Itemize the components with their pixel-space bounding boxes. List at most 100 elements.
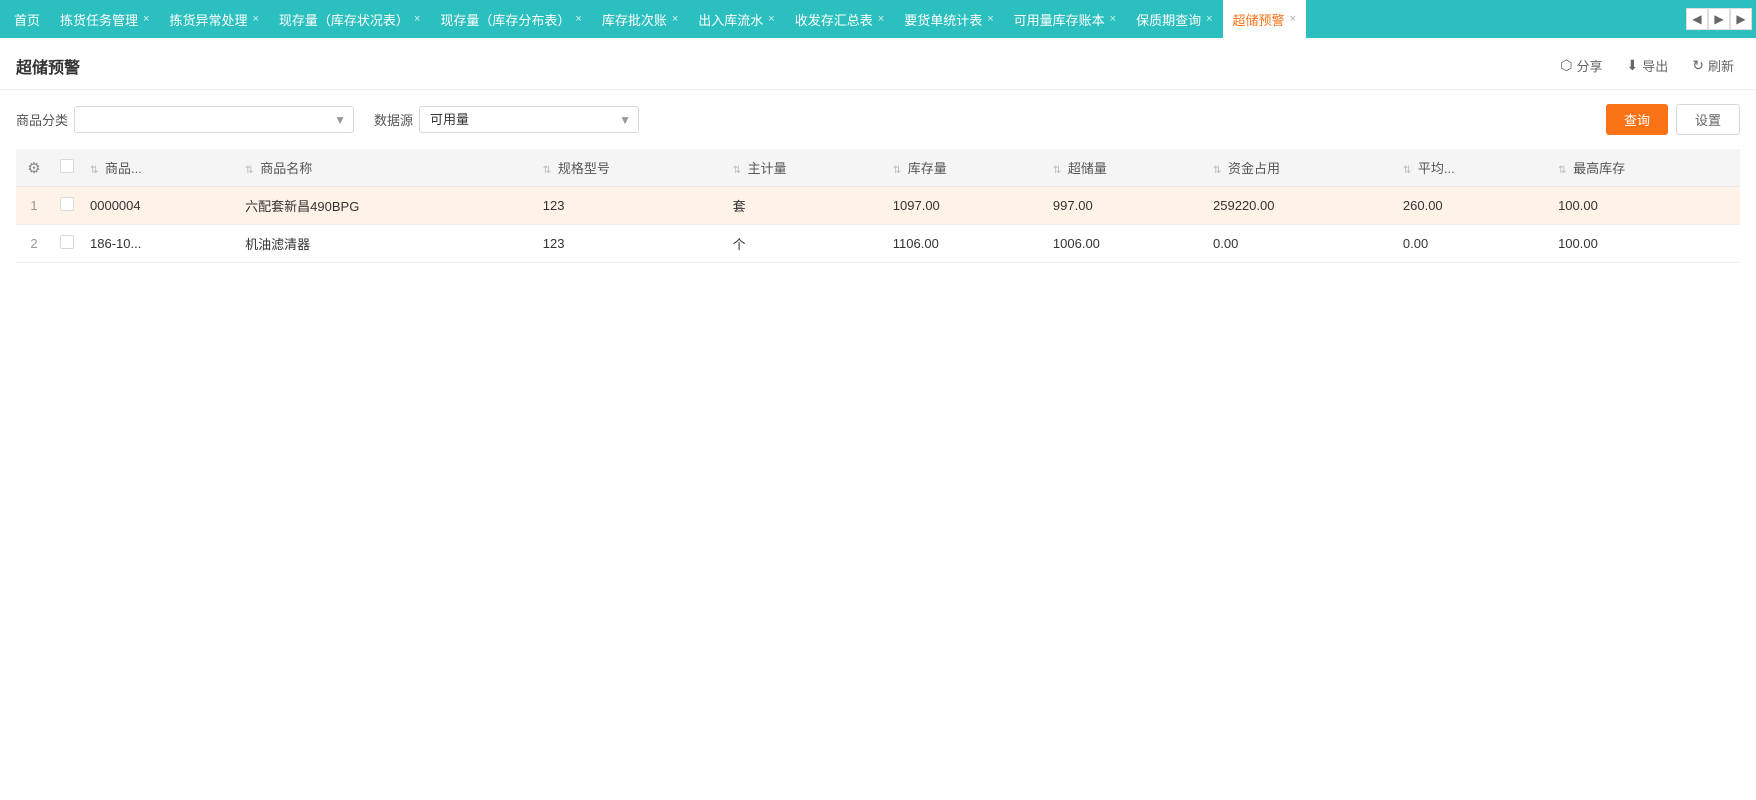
share-button[interactable]: ⬡ 分享 bbox=[1554, 52, 1608, 79]
refresh-icon: ↻ bbox=[1692, 57, 1704, 74]
datasource-label: 数据源 bbox=[374, 110, 413, 129]
row-stock: 1106.00 bbox=[885, 225, 1045, 263]
row-spec: 123 bbox=[535, 225, 725, 263]
sort-icon: ⇅ bbox=[1053, 165, 1061, 176]
page-header: 超储预警 ⬡ 分享 ⬇ 导出 ↻ 刷新 bbox=[0, 38, 1756, 90]
close-icon[interactable]: × bbox=[1206, 13, 1212, 25]
close-icon[interactable]: × bbox=[143, 13, 149, 25]
settings-button[interactable]: 设置 bbox=[1676, 104, 1740, 135]
sort-icon: ⇅ bbox=[90, 165, 98, 176]
close-icon[interactable]: × bbox=[414, 13, 420, 25]
export-button[interactable]: ⬇ 导出 bbox=[1621, 52, 1675, 79]
filter-area: 商品分类 ▼ 数据源 可用量 ▼ 查询 设置 bbox=[0, 90, 1756, 149]
row-code: 0000004 bbox=[82, 187, 237, 225]
col-avg[interactable]: ⇅ 平均... bbox=[1395, 149, 1550, 187]
table-row: 1 0000004 六配套新昌490BPG 123 套 1097.00 997.… bbox=[16, 187, 1740, 225]
export-icon: ⬇ bbox=[1627, 57, 1639, 74]
nav-item-home[interactable]: 首页 bbox=[4, 0, 50, 38]
category-select[interactable] bbox=[74, 106, 354, 133]
table-body: 1 0000004 六配套新昌490BPG 123 套 1097.00 997.… bbox=[16, 187, 1740, 263]
col-spec[interactable]: ⇅ 规格型号 bbox=[535, 149, 725, 187]
row-num: 2 bbox=[16, 225, 52, 263]
close-icon[interactable]: × bbox=[672, 13, 678, 25]
nav-extra-arrow[interactable]: ▶ bbox=[1730, 8, 1752, 30]
row-checkbox[interactable] bbox=[60, 197, 74, 211]
nav-prev-arrow[interactable]: ◀ bbox=[1686, 8, 1708, 30]
sort-icon: ⇅ bbox=[733, 165, 741, 176]
col-name[interactable]: ⇅ 商品名称 bbox=[237, 149, 535, 187]
row-unit: 套 bbox=[725, 187, 885, 225]
close-icon[interactable]: × bbox=[1290, 13, 1296, 25]
nav-item-batch[interactable]: 库存批次账 × bbox=[592, 0, 688, 38]
col-maxstock[interactable]: ⇅ 最高库存 bbox=[1550, 149, 1740, 187]
nav-item-quality[interactable]: 保质期查询 × bbox=[1126, 0, 1222, 38]
nav-next-arrow[interactable]: ▶ bbox=[1708, 8, 1730, 30]
row-overstock: 1006.00 bbox=[1045, 225, 1205, 263]
nav-item-task[interactable]: 拣货任务管理 × bbox=[50, 0, 159, 38]
share-icon: ⬡ bbox=[1560, 57, 1572, 74]
row-stock: 1097.00 bbox=[885, 187, 1045, 225]
category-label: 商品分类 bbox=[16, 110, 68, 129]
col-code[interactable]: ⇅ 商品... bbox=[82, 149, 237, 187]
col-checkbox bbox=[52, 149, 82, 187]
category-filter: 商品分类 ▼ bbox=[16, 106, 354, 133]
row-avg: 260.00 bbox=[1395, 187, 1550, 225]
col-overstock[interactable]: ⇅ 超储量 bbox=[1045, 149, 1205, 187]
sort-icon: ⇅ bbox=[1558, 165, 1566, 176]
row-capital: 259220.00 bbox=[1205, 187, 1395, 225]
page-container: 超储预警 ⬡ 分享 ⬇ 导出 ↻ 刷新 商品分类 ▼ bbox=[0, 38, 1756, 800]
row-maxstock: 100.00 bbox=[1550, 225, 1740, 263]
row-overstock: 997.00 bbox=[1045, 187, 1205, 225]
data-table: ⚙ ⇅ 商品... ⇅ 商品名称 ⇅ 规格型号 bbox=[16, 149, 1740, 263]
category-select-wrapper: ▼ bbox=[74, 106, 354, 133]
close-icon[interactable]: × bbox=[878, 13, 884, 25]
select-all-checkbox[interactable] bbox=[60, 159, 74, 173]
gear-icon[interactable]: ⚙ bbox=[27, 160, 40, 177]
nav-item-stock-dist[interactable]: 现存量（库存分布表） × bbox=[430, 0, 591, 38]
sort-icon: ⇅ bbox=[1403, 165, 1411, 176]
nav-item-flow[interactable]: 出入库流水 × bbox=[688, 0, 784, 38]
query-button[interactable]: 查询 bbox=[1606, 104, 1668, 135]
nav-item-overstock[interactable]: 超储预警 × bbox=[1223, 0, 1306, 38]
row-checkbox-cell bbox=[52, 187, 82, 225]
col-settings: ⚙ bbox=[16, 149, 52, 187]
nav-item-available[interactable]: 可用量库存账本 × bbox=[1004, 0, 1126, 38]
close-icon[interactable]: × bbox=[768, 13, 774, 25]
col-stock[interactable]: ⇅ 库存量 bbox=[885, 149, 1045, 187]
sort-icon: ⇅ bbox=[1213, 165, 1221, 176]
nav-item-abnormal[interactable]: 拣货异常处理 × bbox=[159, 0, 268, 38]
row-name: 机油滤清器 bbox=[237, 225, 535, 263]
row-capital: 0.00 bbox=[1205, 225, 1395, 263]
row-maxstock: 100.00 bbox=[1550, 187, 1740, 225]
row-avg: 0.00 bbox=[1395, 225, 1550, 263]
page-title: 超储预警 bbox=[16, 54, 80, 78]
close-icon[interactable]: × bbox=[575, 13, 581, 25]
close-icon[interactable]: × bbox=[252, 13, 258, 25]
col-unit[interactable]: ⇅ 主计量 bbox=[725, 149, 885, 187]
close-icon[interactable]: × bbox=[987, 13, 993, 25]
datasource-select-wrapper: 可用量 ▼ bbox=[419, 106, 639, 133]
nav-item-stock-status[interactable]: 现存量（库存状况表） × bbox=[269, 0, 430, 38]
table-container: ⚙ ⇅ 商品... ⇅ 商品名称 ⇅ 规格型号 bbox=[0, 149, 1756, 263]
datasource-select[interactable]: 可用量 bbox=[419, 106, 639, 133]
row-code: 186-10... bbox=[82, 225, 237, 263]
refresh-button[interactable]: ↻ 刷新 bbox=[1686, 52, 1740, 79]
header-actions: ⬡ 分享 ⬇ 导出 ↻ 刷新 bbox=[1554, 52, 1740, 79]
sort-icon: ⇅ bbox=[893, 165, 901, 176]
row-spec: 123 bbox=[535, 187, 725, 225]
row-unit: 个 bbox=[725, 225, 885, 263]
nav-item-summary[interactable]: 收发存汇总表 × bbox=[785, 0, 894, 38]
col-capital[interactable]: ⇅ 资金占用 bbox=[1205, 149, 1395, 187]
row-checkbox[interactable] bbox=[60, 235, 74, 249]
top-nav: 首页 拣货任务管理 × 拣货异常处理 × 现存量（库存状况表） × 现存量（库存… bbox=[0, 0, 1756, 38]
table-header-row: ⚙ ⇅ 商品... ⇅ 商品名称 ⇅ 规格型号 bbox=[16, 149, 1740, 187]
sort-icon: ⇅ bbox=[543, 165, 551, 176]
row-num: 1 bbox=[16, 187, 52, 225]
filter-actions: 查询 设置 bbox=[1606, 104, 1740, 135]
row-name: 六配套新昌490BPG bbox=[237, 187, 535, 225]
close-icon[interactable]: × bbox=[1110, 13, 1116, 25]
table-row: 2 186-10... 机油滤清器 123 个 1106.00 1006.00 … bbox=[16, 225, 1740, 263]
datasource-filter: 数据源 可用量 ▼ bbox=[374, 106, 639, 133]
sort-icon: ⇅ bbox=[245, 165, 253, 176]
nav-item-order-stat[interactable]: 要货单统计表 × bbox=[894, 0, 1003, 38]
